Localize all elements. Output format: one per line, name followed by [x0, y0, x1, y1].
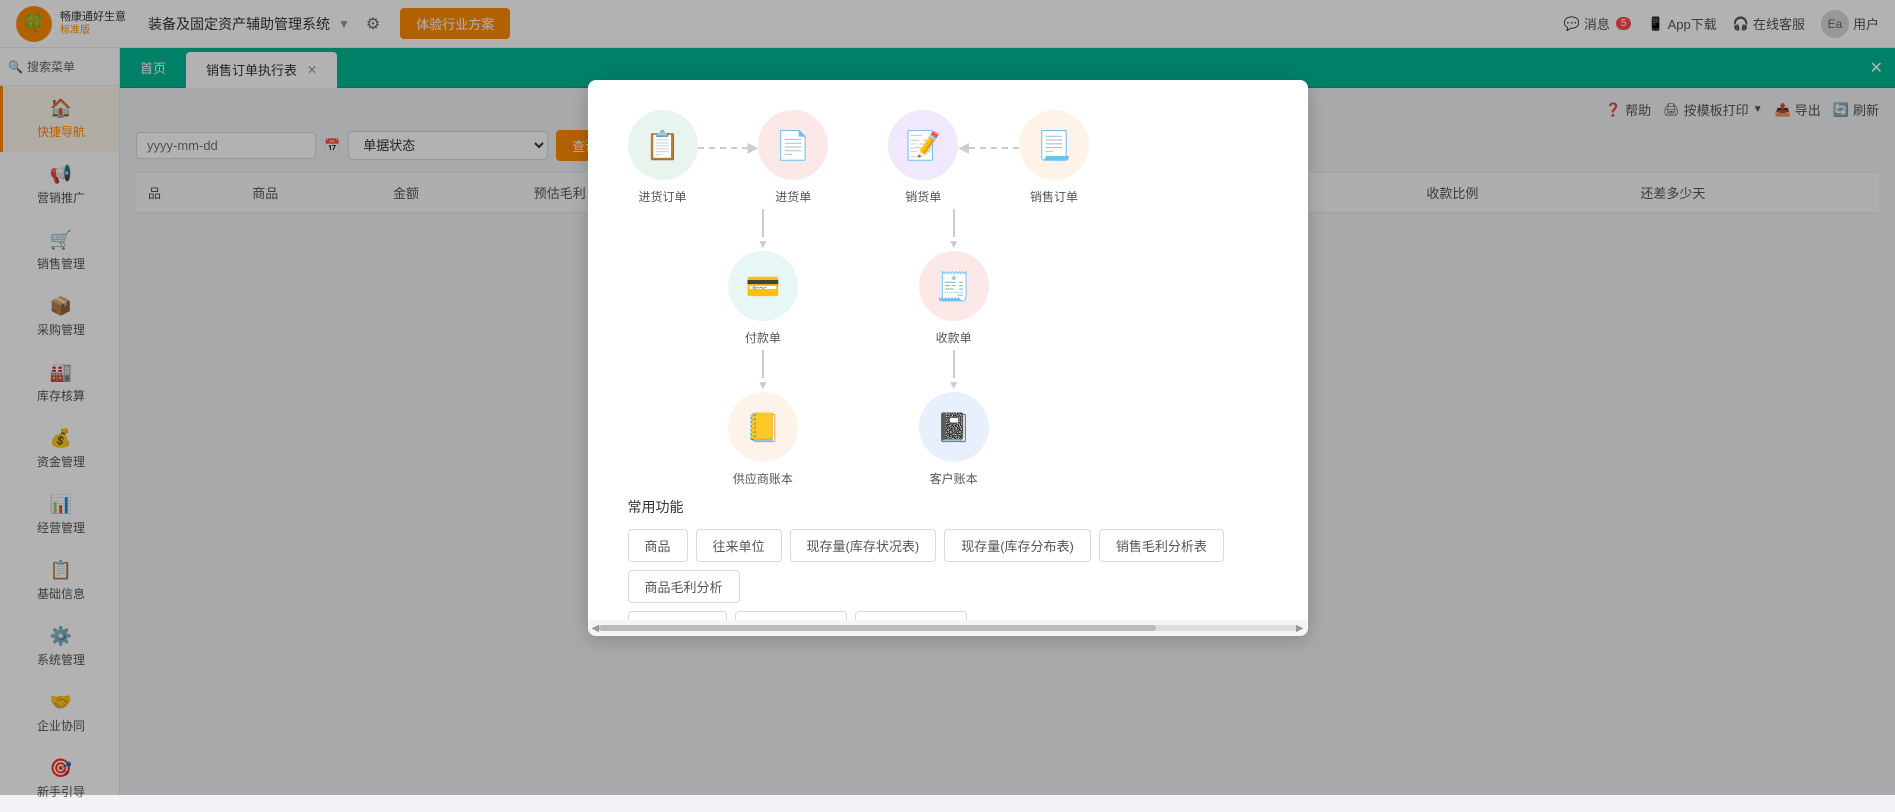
- flow-node-payment[interactable]: 💳 付款单: [728, 251, 798, 346]
- flow-node-customer-row: 📓 客户账本: [919, 392, 989, 487]
- flow-node-purchase-bill[interactable]: 📄 进货单: [758, 110, 828, 205]
- common-btn-7[interactable]: 收款情况统计: [735, 611, 847, 620]
- flow-right: 📝 销货单 ◀ 📃 销售订单: [888, 110, 1089, 487]
- flow-label-payment: 付款单: [745, 329, 781, 346]
- flow-circle-customer: 📓: [919, 392, 989, 462]
- common-btn-6[interactable]: 销售排行榜: [628, 611, 727, 620]
- scroll-left-icon[interactable]: ◀: [592, 623, 600, 634]
- arrow-v3: ▼: [948, 209, 960, 251]
- arrow-v4: ▼: [948, 350, 960, 392]
- modal-overlay[interactable]: 📋 进货订单 ▶ 📄 进货单: [0, 0, 1895, 795]
- flow-circle-sales-order: 📃: [1019, 110, 1089, 180]
- common-btn-5[interactable]: 商品毛利分析: [628, 570, 740, 603]
- flow-node-customer[interactable]: 📓 客户账本: [919, 392, 989, 487]
- flow-circle-purchase-bill: 📄: [758, 110, 828, 180]
- arrow-v2: ▼: [757, 350, 769, 392]
- common-btn-3[interactable]: 现存量(库存分布表): [944, 529, 1091, 562]
- common-btn-2[interactable]: 现存量(库存状况表): [790, 529, 937, 562]
- flow-circle-receipt: 🧾: [919, 251, 989, 321]
- flow-node-sales-bill[interactable]: 📝 销货单: [888, 110, 958, 205]
- scroll-right-icon[interactable]: ▶: [1296, 623, 1304, 634]
- common-btn-4[interactable]: 销售毛利分析表: [1099, 529, 1224, 562]
- common-functions-section: 常用功能 商品 往来单位 现存量(库存状况表) 现存量(库存分布表) 销售毛利分…: [628, 497, 1268, 620]
- flow-node-payment-row: 💳 付款单: [728, 251, 798, 346]
- flow-label-receipt: 收款单: [936, 329, 972, 346]
- flow-node-purchase-order[interactable]: 📋 进货订单: [628, 110, 698, 205]
- common-btn-1[interactable]: 往来单位: [696, 529, 782, 562]
- flow-node-sales-order[interactable]: 📃 销售订单: [1019, 110, 1089, 205]
- common-buttons-row2: 销售排行榜 收款情况统计 付款情况统计: [628, 611, 1268, 620]
- flow-circle-purchase-order: 📋: [628, 110, 698, 180]
- flow-label-supplier: 供应商账本: [733, 470, 793, 487]
- flow-label-purchase-bill: 进货单: [775, 188, 811, 205]
- flow-circle-payment: 💳: [728, 251, 798, 321]
- flow-node-supplier-row: 📒 供应商账本: [728, 392, 798, 487]
- common-btn-8[interactable]: 付款情况统计: [855, 611, 967, 620]
- flow-circle-sales-bill: 📝: [888, 110, 958, 180]
- flow-node-receipt-row: 🧾 收款单: [919, 251, 989, 346]
- arrow-v1: ▼: [757, 209, 769, 251]
- common-buttons-row1: 商品 往来单位 现存量(库存状况表) 现存量(库存分布表) 销售毛利分析表 商品…: [628, 529, 1268, 603]
- flow-label-sales-order: 销售订单: [1030, 188, 1078, 205]
- flow-left: 📋 进货订单 ▶ 📄 进货单: [628, 110, 829, 487]
- common-functions-title: 常用功能: [628, 497, 1268, 517]
- common-btn-0[interactable]: 商品: [628, 529, 688, 562]
- modal-box: 📋 进货订单 ▶ 📄 进货单: [588, 80, 1308, 636]
- flow-node-supplier[interactable]: 📒 供应商账本: [728, 392, 798, 487]
- scrollbar-thumb[interactable]: [599, 625, 1156, 631]
- flow-label-sales-bill: 销货单: [905, 188, 941, 205]
- modal-content: 📋 进货订单 ▶ 📄 进货单: [588, 80, 1308, 620]
- flow-diagram: 📋 进货订单 ▶ 📄 进货单: [628, 110, 1268, 487]
- flow-label-customer: 客户账本: [930, 470, 978, 487]
- flow-label-purchase-order: 进货订单: [638, 188, 686, 205]
- arrow-h2: ◀: [958, 139, 1019, 156]
- scrollbar-track[interactable]: [599, 625, 1296, 631]
- arrow-h1: ▶: [698, 139, 759, 156]
- modal-scrollbar[interactable]: ◀ ▶: [588, 620, 1308, 636]
- flow-node-receipt[interactable]: 🧾 收款单: [919, 251, 989, 346]
- flow-circle-supplier: 📒: [728, 392, 798, 462]
